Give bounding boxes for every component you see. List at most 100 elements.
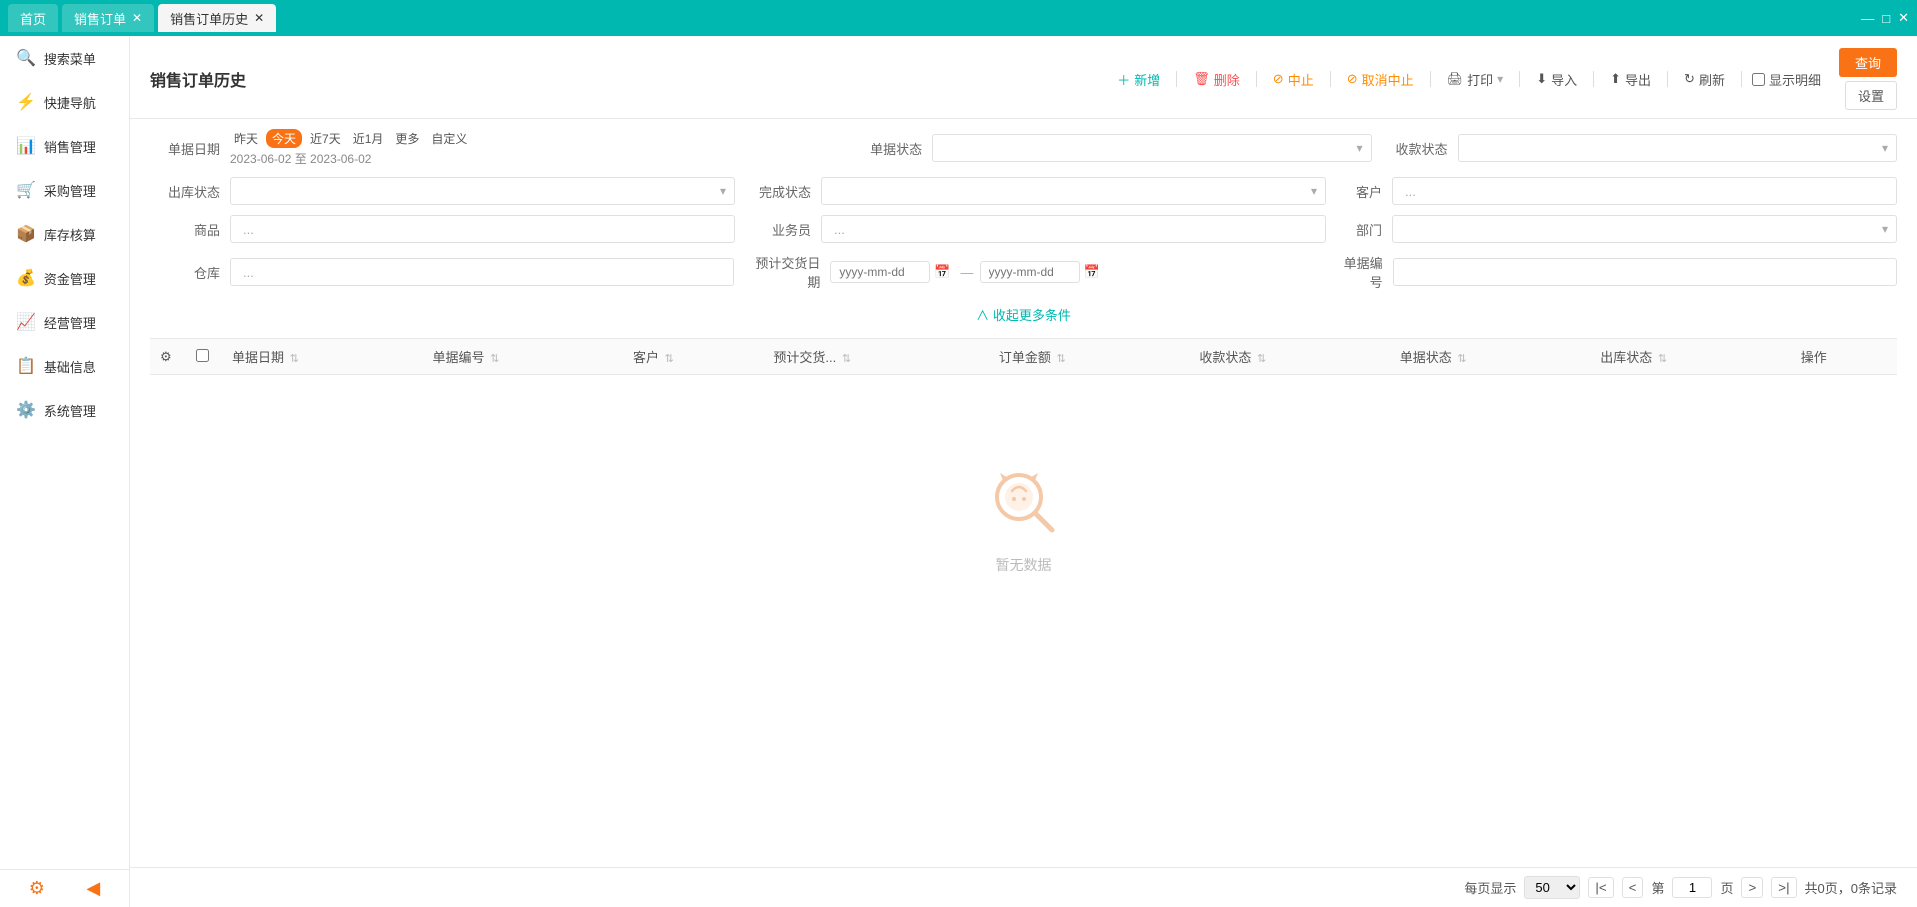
completion-status-label: 完成状态 [751, 182, 821, 201]
refresh-button[interactable]: ↻ 刷新 [1678, 66, 1731, 93]
delivery-date-range: 📅 — 📅 [830, 261, 1316, 283]
delivery-date-end[interactable] [980, 261, 1080, 283]
order-number-input[interactable] [1393, 258, 1897, 286]
prev-page-btn[interactable]: < [1622, 877, 1644, 898]
import-label: 导入 [1551, 70, 1577, 89]
filter-area: 单据日期 昨天 今天 近7天 近1月 更多 自定义 2023-06-02 至 2… [130, 119, 1917, 338]
first-page-btn[interactable]: |< [1588, 877, 1613, 898]
quick-nav-icon: ⚡ [16, 92, 36, 112]
payment-status-label: 收款状态 [1388, 139, 1458, 158]
col-action: 操作 [1791, 339, 1897, 375]
sidebar-settings-icon[interactable]: ⚙ [29, 878, 45, 899]
date-btn-today[interactable]: 今天 [266, 129, 302, 148]
window-minimize[interactable]: — [1861, 11, 1874, 26]
col-order-status[interactable]: 单据状态 ⇅ [1390, 339, 1590, 375]
date-range-picker: 昨天 今天 近7天 近1月 更多 自定义 2023-06-02 至 2023-0… [230, 129, 471, 167]
col-delivery[interactable]: 预计交货... ⇅ [763, 339, 988, 375]
customer-input[interactable]: ... [1392, 177, 1897, 205]
page-title: 销售订单历史 [150, 67, 246, 91]
delete-button[interactable]: 🗑 删除 [1187, 66, 1246, 93]
sidebar-item-quick-nav[interactable]: ⚡ 快捷导航 [0, 80, 129, 124]
sidebar-item-sales-mgmt[interactable]: 📊 销售管理 [0, 124, 129, 168]
department-select[interactable]: ▾ [1392, 215, 1897, 243]
product-input[interactable]: ... [230, 215, 735, 243]
col-amount[interactable]: 订单金额 ⇅ [989, 339, 1189, 375]
payment-status-select[interactable]: ▾ [1458, 134, 1897, 162]
page-label: 第 [1651, 878, 1664, 897]
show-detail-checkbox-label[interactable]: 显示明细 [1752, 70, 1821, 89]
divider-1 [1176, 71, 1177, 87]
completion-status-select[interactable]: ▾ [821, 177, 1326, 205]
col-payment[interactable]: 收款状态 ⇅ [1189, 339, 1389, 375]
last-page-btn[interactable]: >| [1771, 877, 1796, 898]
date-btn-more[interactable]: 更多 [391, 129, 423, 148]
sort-number-icon: ⇅ [490, 353, 499, 365]
date-btn-1month[interactable]: 近1月 [349, 129, 388, 148]
tab-sales-order[interactable]: 销售订单 ✕ [62, 4, 154, 32]
date-dash: — [955, 265, 980, 280]
settings-button[interactable]: 设置 [1845, 81, 1897, 110]
sort-delivery-icon: ⇅ [842, 353, 851, 365]
sidebar-item-inventory[interactable]: 📦 库存核算 [0, 212, 129, 256]
sidebar-item-search-menu[interactable]: 🔍 搜索菜单 [0, 36, 129, 80]
product-label: 商品 [150, 220, 230, 239]
sidebar-item-purchase-mgmt[interactable]: 🛒 采购管理 [0, 168, 129, 212]
date-btn-yesterday[interactable]: 昨天 [230, 129, 262, 148]
stop-button[interactable]: ⊘ 中止 [1267, 66, 1320, 93]
warehouse-ellipsis[interactable]: ... [239, 265, 258, 280]
filter-row-4: 仓库 ... 预计交货日期 📅 — 📅 单据编号 [150, 253, 1897, 291]
salesperson-label: 业务员 [751, 220, 821, 239]
calendar-icon-end[interactable]: 📅 [1084, 264, 1100, 280]
tab-sales-order-history[interactable]: 销售订单历史 ✕ [158, 4, 276, 32]
salesperson-input[interactable]: ... [821, 215, 1326, 243]
delete-icon: 🗑 [1193, 71, 1210, 87]
outbound-status-select[interactable]: ▾ [230, 177, 735, 205]
empty-illustration [974, 455, 1074, 555]
import-button[interactable]: ⬇ 导入 [1530, 66, 1583, 93]
order-status-select[interactable]: ▾ [932, 134, 1371, 162]
tab-sales-order-history-close[interactable]: ✕ [254, 11, 264, 25]
tab-sales-order-close[interactable]: ✕ [132, 11, 142, 25]
delivery-date-start[interactable] [830, 261, 930, 283]
col-number[interactable]: 单据编号 ⇅ [422, 339, 622, 375]
product-ellipsis[interactable]: ... [239, 222, 258, 237]
query-button[interactable]: 查询 [1839, 48, 1897, 77]
page-input[interactable] [1672, 877, 1712, 898]
cancel-stop-button[interactable]: ⊘ 取消中止 [1341, 66, 1420, 93]
print-button[interactable]: 🖨 打印 ▾ [1441, 66, 1510, 93]
new-button[interactable]: ＋ 新增 [1111, 66, 1166, 93]
col-settings[interactable]: ⚙ [150, 339, 186, 375]
per-page-select[interactable]: 50 100 200 [1524, 876, 1580, 899]
date-btn-custom[interactable]: 自定义 [427, 129, 471, 148]
divider-7 [1667, 71, 1668, 87]
capital-mgmt-icon: 💰 [16, 268, 36, 288]
sidebar-item-capital-mgmt[interactable]: 💰 资金管理 [0, 256, 129, 300]
show-detail-checkbox[interactable] [1752, 73, 1765, 86]
sidebar-item-search-menu-label: 搜索菜单 [44, 49, 96, 68]
sidebar-item-system-mgmt[interactable]: ⚙️ 系统管理 [0, 388, 129, 432]
sidebar-item-basic-info[interactable]: 📋 基础信息 [0, 344, 129, 388]
col-outbound[interactable]: 出库状态 ⇅ [1590, 339, 1790, 375]
sales-mgmt-icon: 📊 [16, 136, 36, 156]
select-all-checkbox[interactable] [196, 349, 209, 362]
sidebar-item-ops-mgmt[interactable]: 📈 经营管理 [0, 300, 129, 344]
col-customer[interactable]: 客户 ⇅ [623, 339, 763, 375]
sidebar-collapse-icon[interactable]: ◀ [86, 878, 100, 899]
warehouse-input[interactable]: ... [230, 258, 734, 286]
collapse-filter-row[interactable]: ∧ 收起更多条件 [150, 301, 1897, 328]
next-page-btn[interactable]: > [1741, 877, 1763, 898]
tab-home[interactable]: 首页 [8, 4, 58, 32]
calendar-icon-start[interactable]: 📅 [934, 264, 950, 280]
tab-sales-order-label: 销售订单 [74, 9, 126, 28]
salesperson-ellipsis[interactable]: ... [830, 222, 849, 237]
sidebar-item-inventory-label: 库存核算 [44, 225, 96, 244]
window-maximize[interactable]: □ [1882, 11, 1890, 26]
customer-ellipsis[interactable]: ... [1401, 184, 1420, 199]
date-btn-7days[interactable]: 近7天 [306, 129, 345, 148]
export-button[interactable]: ⬆ 导出 [1604, 66, 1657, 93]
window-close[interactable]: ✕ [1898, 10, 1909, 26]
print-label: 打印 [1467, 70, 1493, 89]
collapse-icon: ∧ [976, 308, 989, 323]
col-date[interactable]: 单据日期 ⇅ [222, 339, 422, 375]
basic-info-icon: 📋 [16, 356, 36, 376]
